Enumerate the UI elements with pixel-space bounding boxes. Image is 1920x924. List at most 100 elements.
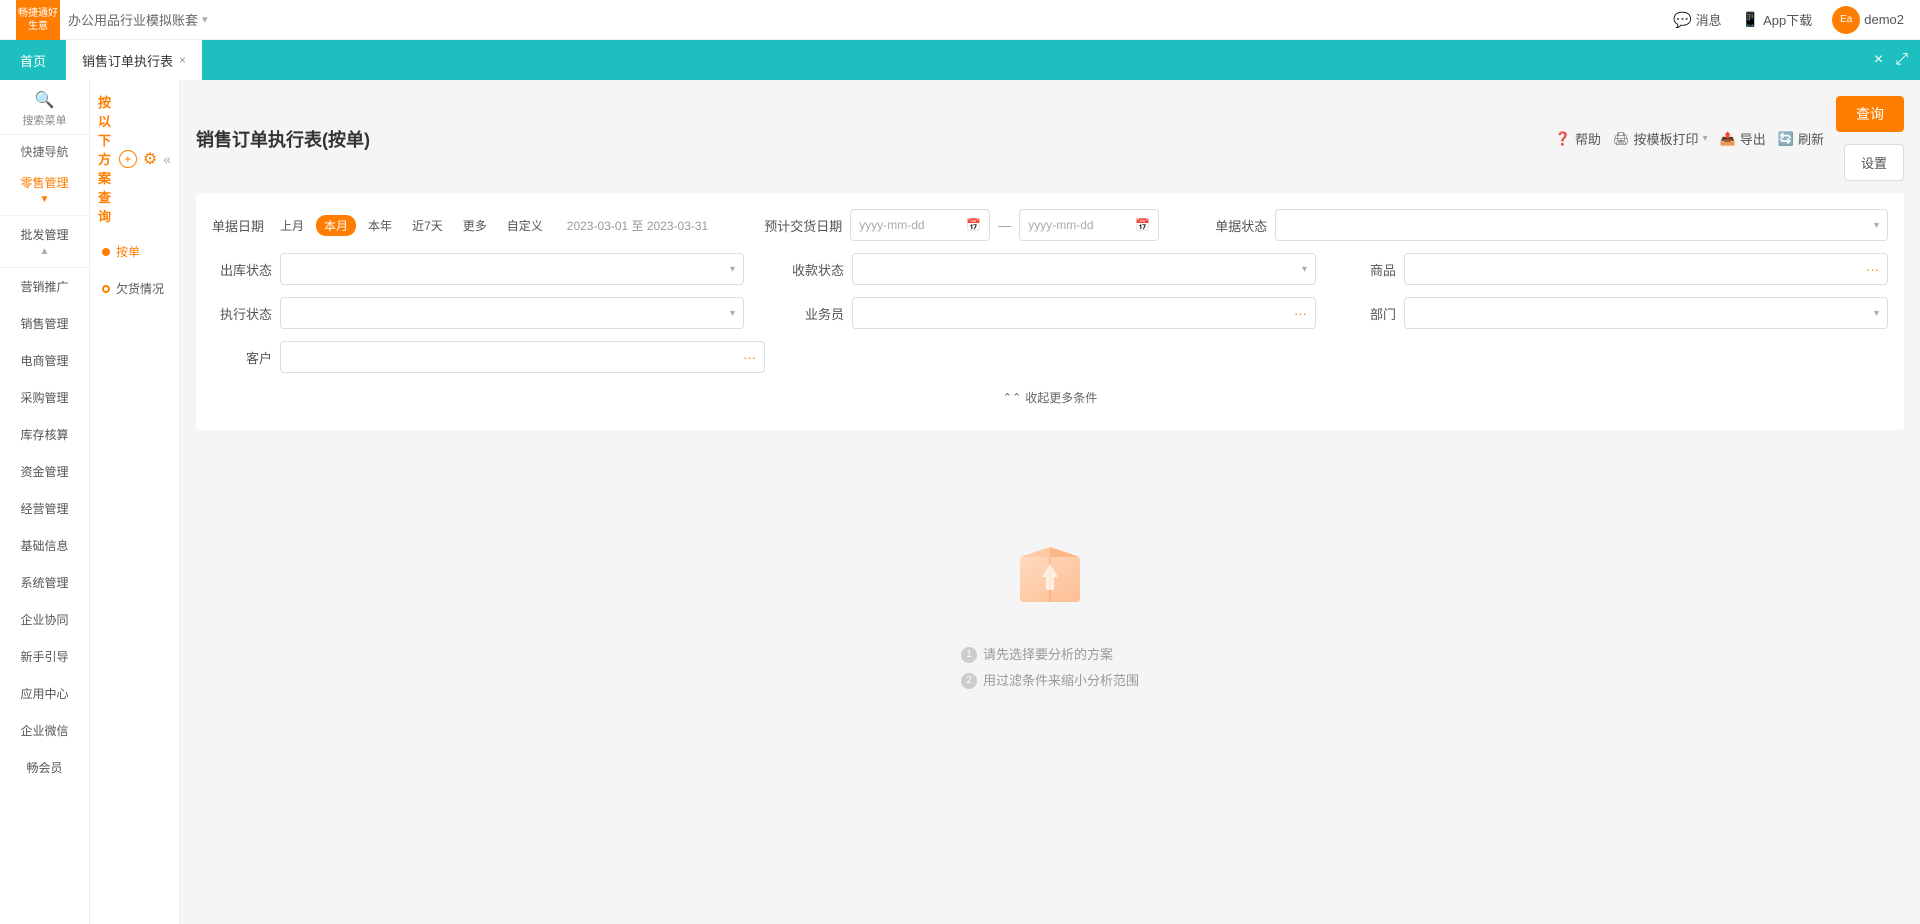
sidebar-finance-label: 资金管理 xyxy=(20,463,68,480)
export-button[interactable]: 📤 导出 xyxy=(1720,129,1766,148)
date-tab-this-year[interactable]: 本年 xyxy=(360,215,400,236)
sub-menu-collapse-button[interactable]: « xyxy=(163,151,171,167)
topbar-dropdown-icon[interactable]: ▾ xyxy=(202,13,208,26)
sidebar-retail-arrow: ▼ xyxy=(40,194,50,205)
sub-menu-add-button[interactable]: + xyxy=(119,150,137,168)
message-icon: 💬 xyxy=(1673,11,1692,29)
customer-ellipsis[interactable]: ··· xyxy=(743,350,756,365)
filter-customer: 客户 ··· xyxy=(212,341,765,373)
collapse-button[interactable]: ⌃⌃ 收起更多条件 xyxy=(212,381,1888,414)
sub-menu-edit-button[interactable]: ⚙ xyxy=(143,149,157,169)
receipt-status-dropdown-icon: ▾ xyxy=(1302,264,1307,275)
tab-active-label: 销售订单执行表 xyxy=(82,51,173,70)
sidebar-item-purchase[interactable]: 采购管理 xyxy=(0,379,89,416)
date-tab-this-month[interactable]: 本月 xyxy=(316,215,356,236)
export-icon: 📤 xyxy=(1720,131,1736,147)
hint-num-2: 2 xyxy=(961,673,977,689)
window-close-button[interactable]: × xyxy=(1874,51,1883,69)
tab-active[interactable]: 销售订单执行表 × xyxy=(66,40,202,80)
empty-hints: 1 请先选择要分析的方案 2 用过滤条件来缩小分析范围 xyxy=(961,642,1139,694)
tab-close-button[interactable]: × xyxy=(179,53,186,67)
app-download-label: App下载 xyxy=(1763,10,1812,29)
sub-menu-header: 按以下方案查询 + ⚙ « xyxy=(90,80,179,233)
dept-select[interactable]: ▾ xyxy=(1404,297,1888,329)
receipt-status-label: 收款状态 xyxy=(784,260,844,279)
hint-text-1: 请先选择要分析的方案 xyxy=(983,642,1113,668)
doc-status-label: 单据状态 xyxy=(1215,216,1267,235)
query-button[interactable]: 查询 xyxy=(1836,96,1904,132)
date-tab-last-month[interactable]: 上月 xyxy=(272,215,312,236)
message-button[interactable]: 💬 消息 xyxy=(1673,10,1722,29)
customer-input[interactable]: ··· xyxy=(280,341,765,373)
sidebar-item-inventory[interactable]: 库存核算 xyxy=(0,416,89,453)
logo-text: 畅捷通好生意 xyxy=(16,7,60,33)
sidebar-item-marketing[interactable]: 营销推广 xyxy=(0,268,89,305)
sidebar-item-app-center[interactable]: 应用中心 xyxy=(0,675,89,712)
doc-status-select[interactable]: ▾ xyxy=(1275,209,1888,241)
app-download-button[interactable]: 📱 App下载 xyxy=(1742,10,1813,29)
sub-menu-item-dot-filled xyxy=(102,248,110,256)
sidebar-item-sales[interactable]: 销售管理 xyxy=(0,305,89,342)
hint-num-1: 1 xyxy=(961,647,977,663)
refresh-button[interactable]: 🔄 刷新 xyxy=(1778,129,1824,148)
sidebar-item-finance[interactable]: 资金管理 xyxy=(0,453,89,490)
dept-dropdown-icon: ▾ xyxy=(1874,308,1879,319)
print-dropdown-icon[interactable]: ▾ xyxy=(1703,133,1708,144)
salesperson-label: 业务员 xyxy=(784,304,844,323)
main-layout: 🔍 搜索菜单 快捷导航 零售管理 ▼ 批发管理 ▲ 营销推广 销售管理 电商管理 xyxy=(0,80,1920,924)
expected-date-end-input[interactable]: yyyy-mm-dd 📅 xyxy=(1019,209,1159,241)
logo: 畅捷通好生意 xyxy=(16,0,60,40)
sidebar-system-label: 系统管理 xyxy=(20,574,68,591)
date-field-label: 单据日期 xyxy=(212,216,264,235)
window-expand-button[interactable]: ⤢ xyxy=(1895,51,1908,69)
sub-menu-item-按单[interactable]: 按单 xyxy=(90,233,179,270)
goods-ellipsis[interactable]: ··· xyxy=(1866,262,1879,277)
sidebar-item-newbie[interactable]: 新手引导 xyxy=(0,638,89,675)
settings-button[interactable]: 设置 xyxy=(1844,144,1904,181)
sidebar-item-system[interactable]: 系统管理 xyxy=(0,564,89,601)
empty-hint-1: 1 请先选择要分析的方案 xyxy=(961,642,1139,668)
sidebar-item-basic-info[interactable]: 基础信息 xyxy=(0,527,89,564)
topbar-title[interactable]: 办公用品行业模拟账套 ▾ xyxy=(68,10,208,29)
filter-date-field: 单据日期 上月 本月 本年 近7天 更多 自定义 2023-03-01 至 20… xyxy=(212,215,708,236)
sub-menu-title: 按以下方案查询 xyxy=(98,92,119,225)
sidebar-purchase-label: 采购管理 xyxy=(20,389,68,406)
user-menu[interactable]: Ea demo2 xyxy=(1832,6,1904,34)
salesperson-input[interactable]: ··· xyxy=(852,297,1316,329)
sidebar-item-enterprise-wechat[interactable]: 企业微信 xyxy=(0,712,89,749)
sidebar-item-ecommerce[interactable]: 电商管理 xyxy=(0,342,89,379)
salesperson-ellipsis[interactable]: ··· xyxy=(1294,306,1307,321)
sub-menu-item-dot-outline xyxy=(102,285,110,293)
help-button[interactable]: ❓ 帮助 xyxy=(1555,129,1601,148)
username-label: demo2 xyxy=(1864,12,1904,27)
print-button[interactable]: 🖨 按模板打印 ▾ xyxy=(1613,129,1708,148)
sidebar-item-operations[interactable]: 经营管理 xyxy=(0,490,89,527)
sidebar-item-wholesale[interactable]: 批发管理 ▲ xyxy=(0,216,89,267)
sidebar-item-retail[interactable]: 零售管理 ▼ xyxy=(0,164,89,215)
sidebar-inventory-label: 库存核算 xyxy=(20,426,68,443)
sidebar-wholesale-label: 批发管理 xyxy=(20,226,68,243)
sidebar-item-collab[interactable]: 企业协同 xyxy=(0,601,89,638)
sub-menu-item-欠货情况[interactable]: 欠货情况 xyxy=(90,270,179,307)
sidebar-search[interactable]: 🔍 搜索菜单 xyxy=(0,80,89,135)
expected-date-start-input[interactable]: yyyy-mm-dd 📅 xyxy=(850,209,990,241)
tab-home[interactable]: 首页 xyxy=(0,40,66,80)
topbar-title-text: 办公用品行业模拟账套 xyxy=(68,10,198,29)
exec-status-label: 执行状态 xyxy=(212,304,272,323)
out-status-select[interactable]: ▾ xyxy=(280,253,744,285)
exec-status-select[interactable]: ▾ xyxy=(280,297,744,329)
out-status-dropdown-icon: ▾ xyxy=(730,264,735,275)
sub-menu-item-label-按单: 按单 xyxy=(116,243,140,260)
date-tab-custom[interactable]: 自定义 xyxy=(499,215,551,236)
date-tab-more[interactable]: 更多 xyxy=(455,215,495,236)
sidebar-item-vip[interactable]: 畅会员 xyxy=(0,749,89,786)
tabbar: 首页 销售订单执行表 × × ⤢ xyxy=(0,40,1920,80)
tab-home-label: 首页 xyxy=(20,51,46,70)
filter-row-4: 客户 ··· xyxy=(212,341,1888,373)
sidebar-quick-nav-label: 快捷导航 xyxy=(20,145,68,159)
date-tab-last-7-days[interactable]: 近7天 xyxy=(404,215,451,236)
goods-input[interactable]: ··· xyxy=(1404,253,1888,285)
filter-panel: 单据日期 上月 本月 本年 近7天 更多 自定义 2023-03-01 至 20… xyxy=(196,193,1904,430)
receipt-status-select[interactable]: ▾ xyxy=(852,253,1316,285)
sidebar-quick-nav[interactable]: 快捷导航 xyxy=(0,135,89,164)
